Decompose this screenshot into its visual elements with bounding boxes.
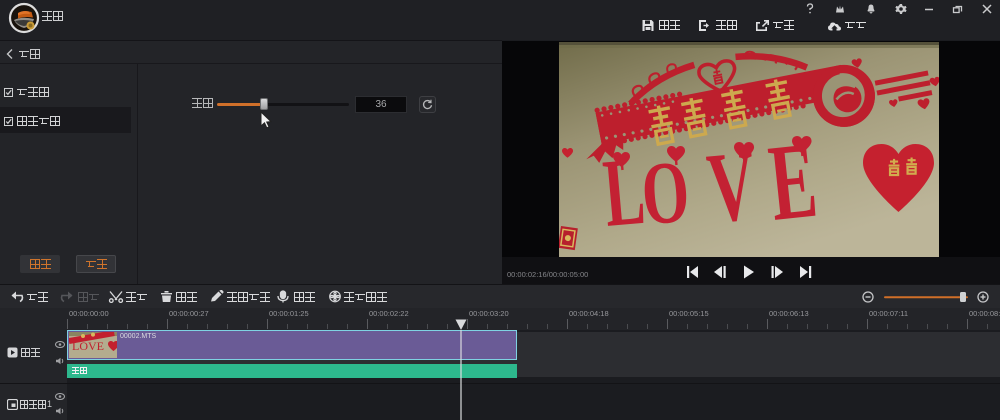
svg-text:O: O	[639, 143, 693, 244]
svg-text:LOVE: LOVE	[72, 339, 104, 353]
